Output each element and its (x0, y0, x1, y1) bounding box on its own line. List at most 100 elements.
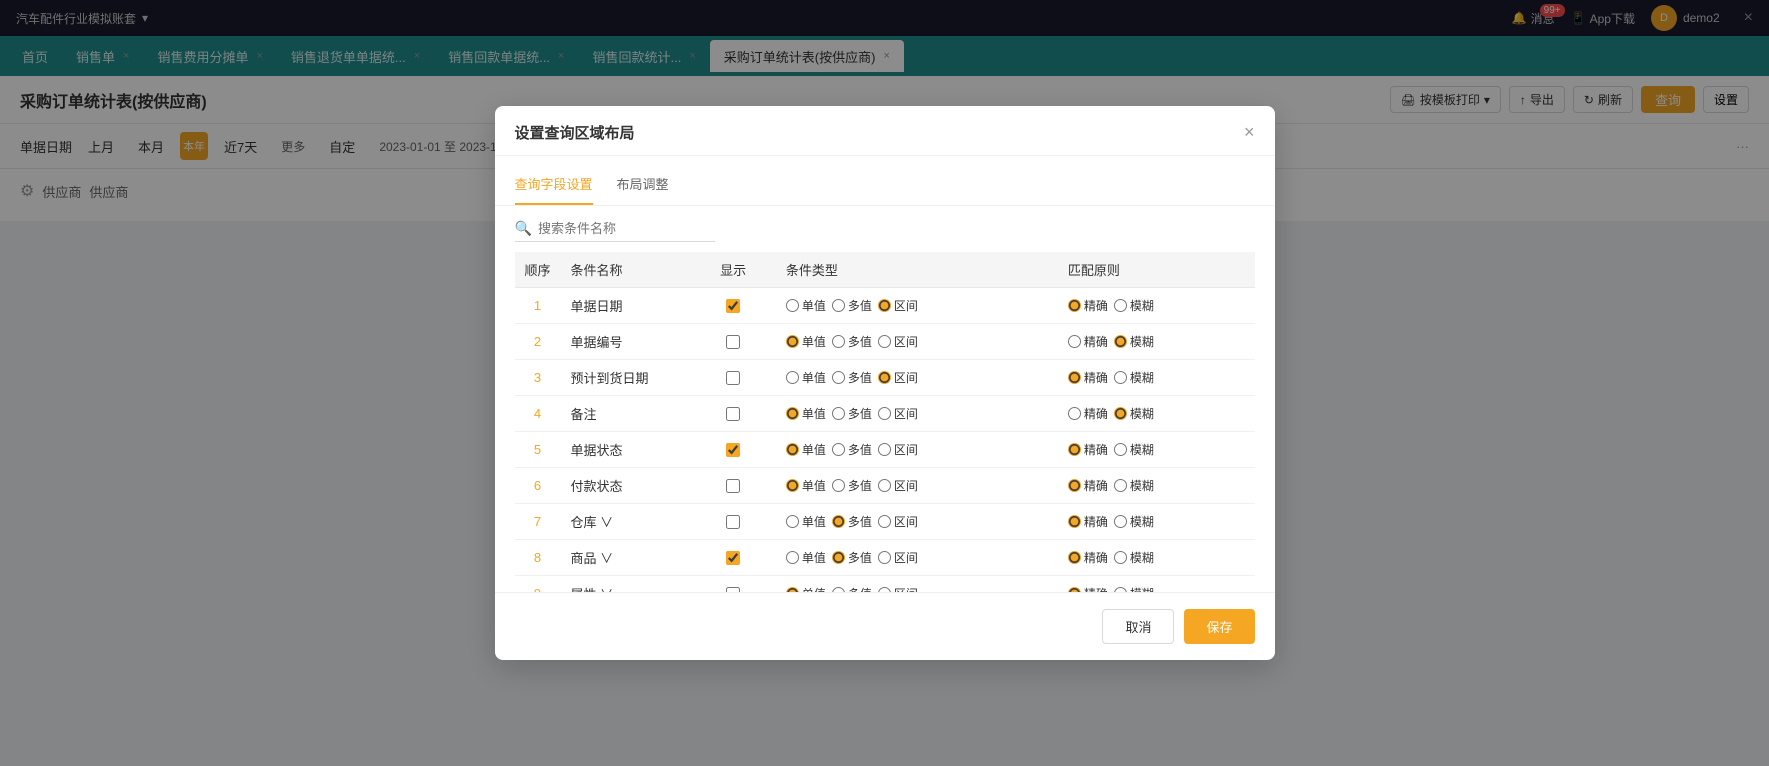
match-radio[interactable] (1068, 335, 1081, 348)
type-option-label[interactable]: 单值 (786, 513, 826, 530)
type-radio[interactable] (832, 479, 845, 492)
type-option-label[interactable]: 多值 (832, 513, 872, 530)
type-option-label[interactable]: 区间 (878, 333, 918, 350)
type-radio[interactable] (832, 407, 845, 420)
type-option-label[interactable]: 区间 (878, 513, 918, 530)
match-option-label[interactable]: 模糊 (1114, 369, 1154, 386)
type-radio[interactable] (786, 515, 799, 528)
type-radio[interactable] (878, 479, 891, 492)
type-option-label[interactable]: 区间 (878, 477, 918, 494)
type-option-label[interactable]: 多值 (832, 333, 872, 350)
match-radio[interactable] (1068, 299, 1081, 312)
type-radio[interactable] (878, 515, 891, 528)
match-option-label[interactable]: 精确 (1068, 549, 1108, 566)
match-option-label[interactable]: 精确 (1068, 513, 1108, 530)
match-radio[interactable] (1068, 479, 1081, 492)
save-button[interactable]: 保存 (1184, 609, 1254, 644)
match-radio[interactable] (1114, 407, 1127, 420)
match-option-label[interactable]: 模糊 (1114, 297, 1154, 314)
display-checkbox[interactable] (726, 443, 740, 457)
display-checkbox[interactable] (726, 551, 740, 565)
display-checkbox[interactable] (726, 407, 740, 421)
type-option-label[interactable]: 区间 (878, 405, 918, 422)
match-radio[interactable] (1114, 515, 1127, 528)
type-radio[interactable] (832, 335, 845, 348)
match-option-label[interactable]: 模糊 (1114, 549, 1154, 566)
display-checkbox[interactable] (726, 335, 740, 349)
dialog-tab-layout[interactable]: 布局调整 (617, 168, 669, 205)
type-radio[interactable] (878, 335, 891, 348)
match-radio[interactable] (1114, 443, 1127, 456)
type-option-label[interactable]: 单值 (786, 441, 826, 458)
type-radio[interactable] (878, 299, 891, 312)
match-option-label[interactable]: 精确 (1068, 297, 1108, 314)
type-radio[interactable] (832, 299, 845, 312)
dialog-close-button[interactable]: × (1244, 122, 1255, 143)
match-option-label[interactable]: 精确 (1068, 405, 1108, 422)
type-option-label[interactable]: 多值 (832, 477, 872, 494)
match-option-label[interactable]: 精确 (1068, 441, 1108, 458)
match-option-label[interactable]: 模糊 (1114, 441, 1154, 458)
type-option-label[interactable]: 单值 (786, 477, 826, 494)
match-radio[interactable] (1068, 443, 1081, 456)
match-radio[interactable] (1068, 407, 1081, 420)
type-radio[interactable] (832, 443, 845, 456)
match-radio[interactable] (1114, 371, 1127, 384)
match-radio[interactable] (1114, 551, 1127, 564)
type-radio[interactable] (786, 299, 799, 312)
match-radio[interactable] (1068, 515, 1081, 528)
type-radio[interactable] (786, 479, 799, 492)
search-input[interactable] (538, 221, 715, 236)
display-checkbox[interactable] (726, 515, 740, 529)
type-radio[interactable] (786, 443, 799, 456)
match-option-label[interactable]: 模糊 (1114, 405, 1154, 422)
match-option-label[interactable]: 精确 (1068, 477, 1108, 494)
type-radio[interactable] (786, 407, 799, 420)
dialog-tab-query[interactable]: 查询字段设置 (515, 168, 593, 205)
match-option-label[interactable]: 模糊 (1114, 513, 1154, 530)
type-option-label[interactable]: 单值 (786, 405, 826, 422)
type-radio[interactable] (786, 335, 799, 348)
match-radio[interactable] (1068, 551, 1081, 564)
type-option-label[interactable]: 单值 (786, 585, 826, 592)
type-option-label[interactable]: 多值 (832, 441, 872, 458)
type-option-label[interactable]: 区间 (878, 369, 918, 386)
type-option-label[interactable]: 单值 (786, 549, 826, 566)
type-radio[interactable] (786, 551, 799, 564)
type-radio[interactable] (878, 407, 891, 420)
type-option-label[interactable]: 多值 (832, 549, 872, 566)
type-option-label[interactable]: 区间 (878, 549, 918, 566)
type-option-label[interactable]: 多值 (832, 585, 872, 592)
match-option-label[interactable]: 精确 (1068, 585, 1108, 592)
match-option-label[interactable]: 模糊 (1114, 333, 1154, 350)
type-option-label[interactable]: 区间 (878, 441, 918, 458)
type-radio[interactable] (832, 371, 845, 384)
type-radio[interactable] (832, 551, 845, 564)
type-radio[interactable] (832, 515, 845, 528)
type-option-label[interactable]: 单值 (786, 333, 826, 350)
type-option-label[interactable]: 多值 (832, 297, 872, 314)
type-radio[interactable] (878, 551, 891, 564)
match-radio[interactable] (1114, 479, 1127, 492)
type-option-label[interactable]: 单值 (786, 297, 826, 314)
type-radio[interactable] (878, 443, 891, 456)
type-option-label[interactable]: 多值 (832, 405, 872, 422)
table-row: 5单据状态单值多值区间精确模糊 (515, 432, 1255, 468)
match-option-label[interactable]: 模糊 (1114, 477, 1154, 494)
display-checkbox[interactable] (726, 371, 740, 385)
type-option-label[interactable]: 区间 (878, 585, 918, 592)
type-radio[interactable] (878, 371, 891, 384)
match-option-label[interactable]: 精确 (1068, 333, 1108, 350)
match-radio[interactable] (1068, 371, 1081, 384)
type-option-label[interactable]: 单值 (786, 369, 826, 386)
match-option-label[interactable]: 模糊 (1114, 585, 1154, 592)
match-radio[interactable] (1114, 335, 1127, 348)
cancel-button[interactable]: 取消 (1102, 609, 1174, 644)
display-checkbox[interactable] (726, 479, 740, 493)
type-radio[interactable] (786, 371, 799, 384)
match-radio[interactable] (1114, 299, 1127, 312)
display-checkbox[interactable] (726, 299, 740, 313)
type-option-label[interactable]: 区间 (878, 297, 918, 314)
type-option-label[interactable]: 多值 (832, 369, 872, 386)
match-option-label[interactable]: 精确 (1068, 369, 1108, 386)
